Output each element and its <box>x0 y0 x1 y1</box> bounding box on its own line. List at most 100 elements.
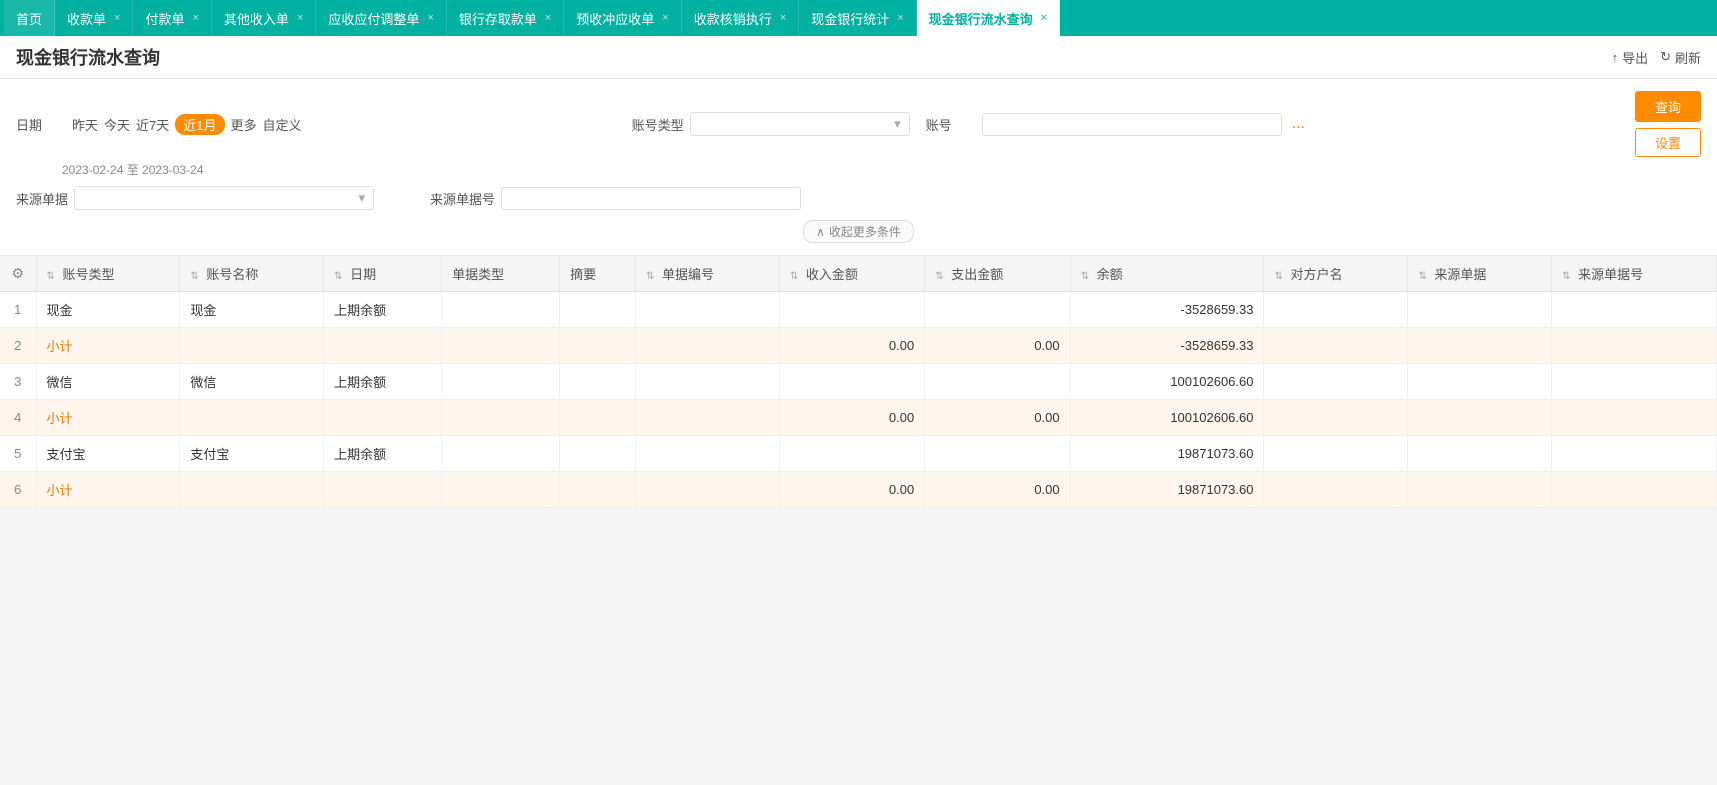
date-range-display: 2023-02-24 至 2023-03-24 <box>58 161 1701 178</box>
date-opt-custom[interactable]: 自定义 <box>263 115 302 134</box>
balance-cell: -3528659.33 <box>1070 292 1264 328</box>
close-icon[interactable]: × <box>662 12 668 24</box>
header-actions: ↑ 导出 ↻ 刷新 <box>1612 48 1701 67</box>
date-cell <box>324 472 442 508</box>
table-header-income[interactable]: ⇅ 收入金额 <box>779 256 924 292</box>
nav-tab-cashflow-label: 现金银行流水查询 <box>929 9 1033 28</box>
table-row[interactable]: 4小计0.000.00100102606.60 <box>0 400 1717 436</box>
date-cell: 上期余额 <box>324 364 442 400</box>
account-input[interactable] <box>982 113 1282 136</box>
sort-icon: ⇅ <box>790 271 798 282</box>
nav-tab-payment[interactable]: 付款单 × <box>133 0 211 36</box>
summary-cell <box>560 436 636 472</box>
table-header-row: ⚙ ⇅ 账号类型 ⇅ 账号名称 ⇅ 日期 单据类型 摘要 <box>0 256 1717 292</box>
nav-tab-cashflow[interactable]: 现金银行流水查询 × <box>917 0 1060 36</box>
sort-icon: ⇅ <box>47 271 55 282</box>
table-header-counterpart[interactable]: ⇅ 对方户名 <box>1264 256 1408 292</box>
account-dots[interactable]: ... <box>1292 115 1305 133</box>
counterpart-cell <box>1264 472 1408 508</box>
source-doc-cell <box>1408 400 1552 436</box>
table-header-doc-no[interactable]: ⇅ 单据编号 <box>636 256 780 292</box>
table-header-account-name[interactable]: ⇅ 账号名称 <box>180 256 324 292</box>
close-icon[interactable]: × <box>427 12 433 24</box>
account-name-cell: 支付宝 <box>180 436 324 472</box>
sort-icon: ⇅ <box>646 271 654 282</box>
row-number: 6 <box>0 472 36 508</box>
table-header-expense[interactable]: ⇅ 支出金额 <box>925 256 1070 292</box>
summary-cell <box>560 400 636 436</box>
close-icon[interactable]: × <box>297 12 303 24</box>
row-number: 2 <box>0 328 36 364</box>
table-row[interactable]: 1现金现金上期余额-3528659.33 <box>0 292 1717 328</box>
close-icon[interactable]: × <box>897 12 903 24</box>
expense-cell: 0.00 <box>925 400 1070 436</box>
account-type-select[interactable]: ▾ <box>690 112 910 136</box>
table-header-doc-type[interactable]: 单据类型 <box>442 256 560 292</box>
date-options: 昨天 今天 近7天 近1月 更多 自定义 <box>72 114 302 135</box>
export-label: 导出 <box>1622 48 1648 67</box>
source-doc-no-cell <box>1552 328 1717 364</box>
sort-icon: ⇅ <box>1081 271 1089 282</box>
table-row[interactable]: 5支付宝支付宝上期余额19871073.60 <box>0 436 1717 472</box>
refresh-icon: ↻ <box>1660 49 1671 65</box>
income-cell <box>779 364 924 400</box>
nav-tab-stats-label: 现金银行统计 <box>811 9 889 28</box>
source-doc-no-label: 来源单据号 <box>430 189 495 208</box>
nav-tab-bank-deposit[interactable]: 银行存取款单 × <box>447 0 564 36</box>
nav-tab-other-income-label: 其他收入单 <box>224 9 289 28</box>
date-opt-yesterday[interactable]: 昨天 <box>72 115 98 134</box>
nav-tab-prepay[interactable]: 预收冲应收单 × <box>564 0 681 36</box>
table-row[interactable]: 2小计0.000.00-3528659.33 <box>0 328 1717 364</box>
doc-type-cell <box>442 472 560 508</box>
nav-tab-home[interactable]: 首页 <box>4 0 55 36</box>
collapse-button[interactable]: ∧ 收起更多条件 <box>803 220 914 243</box>
table-header-account-type[interactable]: ⇅ 账号类型 <box>36 256 180 292</box>
query-button[interactable]: 查询 <box>1635 91 1701 122</box>
doc-type-cell <box>442 436 560 472</box>
date-opt-today[interactable]: 今天 <box>104 115 130 134</box>
table-header-settings[interactable]: ⚙ <box>0 256 36 292</box>
source-doc-select[interactable]: ▾ <box>74 186 374 210</box>
table-header-date[interactable]: ⇅ 日期 <box>324 256 442 292</box>
close-icon[interactable]: × <box>780 12 786 24</box>
doc-type-cell <box>442 364 560 400</box>
settings-button[interactable]: 设置 <box>1635 128 1701 157</box>
table-header-summary[interactable]: 摘要 <box>560 256 636 292</box>
nav-tab-adjustment[interactable]: 应收应付调整单 × <box>316 0 446 36</box>
nav-tab-receipt[interactable]: 收款单 × <box>55 0 133 36</box>
export-icon: ↑ <box>1612 50 1619 65</box>
page-title: 现金银行流水查询 <box>16 44 160 70</box>
sort-icon: ⇅ <box>334 271 342 282</box>
date-opt-more[interactable]: 更多 <box>231 115 257 134</box>
table-row[interactable]: 6小计0.000.0019871073.60 <box>0 472 1717 508</box>
table-row[interactable]: 3微信微信上期余额100102606.60 <box>0 364 1717 400</box>
income-cell <box>779 292 924 328</box>
export-button[interactable]: ↑ 导出 <box>1612 48 1649 67</box>
date-opt-1month[interactable]: 近1月 <box>175 114 224 135</box>
close-icon[interactable]: × <box>114 12 120 24</box>
table-header-balance[interactable]: ⇅ 余额 <box>1070 256 1264 292</box>
row-number: 4 <box>0 400 36 436</box>
date-range-text: 2023-02-24 至 2023-03-24 <box>62 163 203 177</box>
table-header-source-doc-no[interactable]: ⇅ 来源单据号 <box>1552 256 1717 292</box>
balance-cell: -3528659.33 <box>1070 328 1264 364</box>
source-doc-cell <box>1408 364 1552 400</box>
nav-tab-adjustment-label: 应收应付调整单 <box>328 9 419 28</box>
date-cell <box>324 328 442 364</box>
collapse-bar: ∧ 收起更多条件 <box>16 220 1701 243</box>
close-icon[interactable]: × <box>545 12 551 24</box>
nav-tab-stats[interactable]: 现金银行统计 × <box>799 0 916 36</box>
source-doc-cell <box>1408 472 1552 508</box>
source-doc-no-input[interactable] <box>501 187 801 210</box>
expense-cell <box>925 436 1070 472</box>
nav-tab-other-income[interactable]: 其他收入单 × <box>212 0 316 36</box>
date-opt-7days[interactable]: 近7天 <box>136 115 169 134</box>
table-header-source-doc[interactable]: ⇅ 来源单据 <box>1408 256 1552 292</box>
doc-type-cell <box>442 400 560 436</box>
nav-tab-collection[interactable]: 收款核销执行 × <box>682 0 799 36</box>
refresh-button[interactable]: ↻ 刷新 <box>1660 48 1701 67</box>
summary-cell <box>560 364 636 400</box>
close-icon[interactable]: × <box>1041 12 1047 24</box>
doc-type-cell <box>442 292 560 328</box>
close-icon[interactable]: × <box>192 12 198 24</box>
